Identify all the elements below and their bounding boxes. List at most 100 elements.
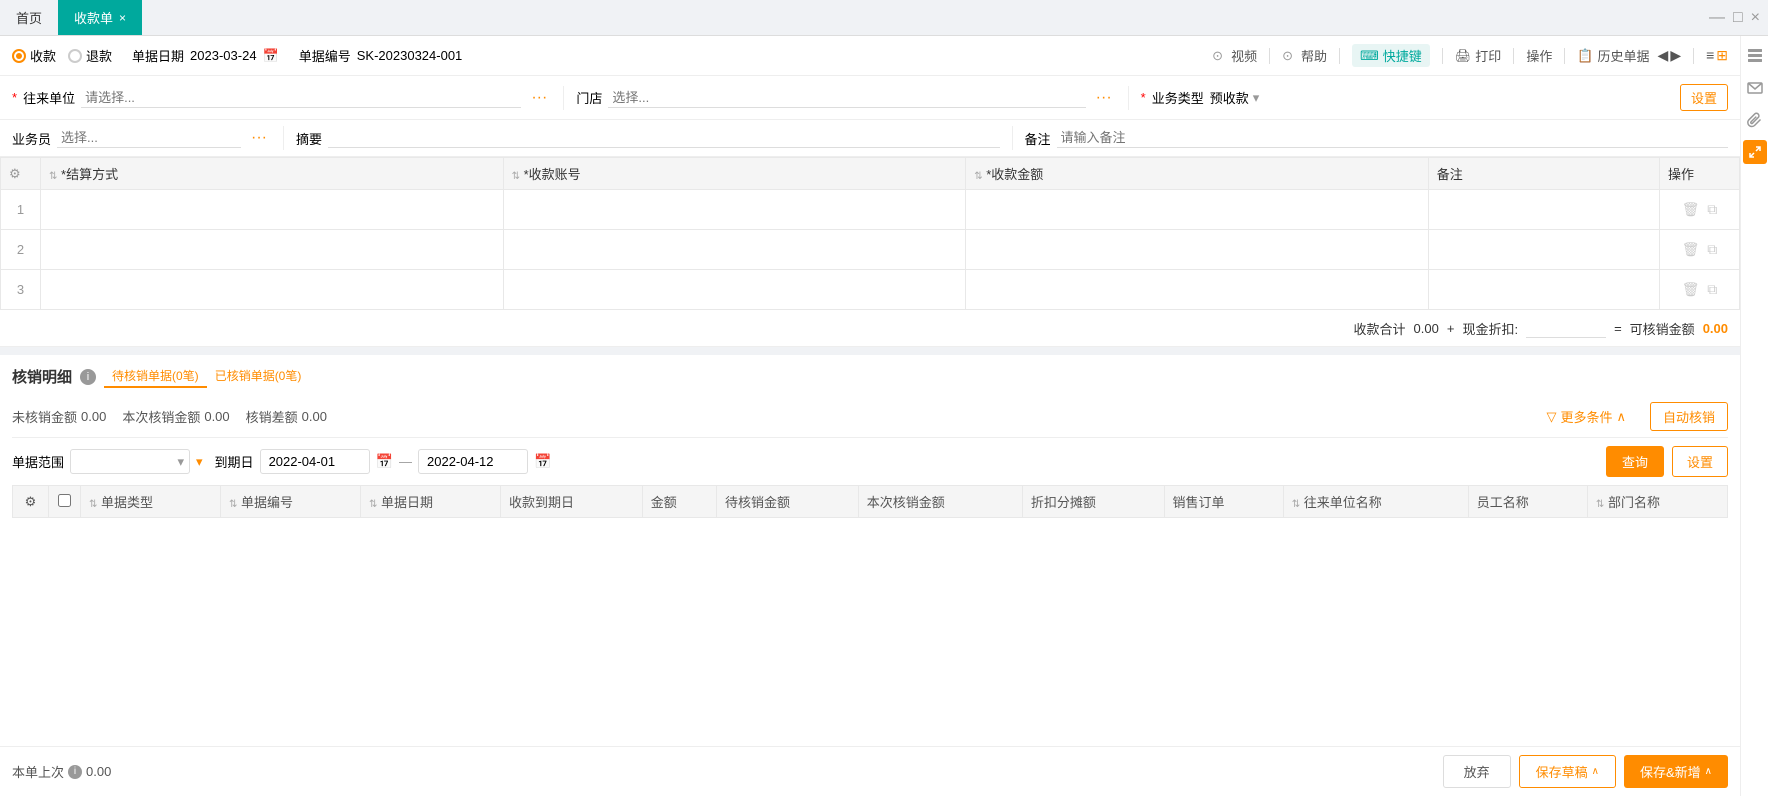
list-view-btn[interactable]: ≡ <box>1706 47 1714 64</box>
sidebar-attachment-icon[interactable] <box>1743 108 1767 132</box>
delete-btn-2[interactable]: 🗑 <box>1680 239 1702 260</box>
fields-row-1: * 往来单位 ··· 门店 ··· * 业务类型 预收款 ▾ 设置 <box>0 76 1740 120</box>
store-more[interactable]: ··· <box>1092 89 1116 107</box>
sort-icon3: ⇅ <box>974 171 982 182</box>
abandon-button[interactable]: 放弃 <box>1443 755 1511 788</box>
discount-share-label: 折扣分摊额 <box>1031 495 1096 510</box>
print-action[interactable]: 🖨 打印 <box>1455 46 1502 65</box>
notes-cell-1[interactable] <box>1428 190 1659 230</box>
calendar-icon[interactable]: 📅 <box>263 48 279 64</box>
sidebar-expand-icon[interactable] <box>1743 140 1767 164</box>
amount-cell-2[interactable] <box>966 230 1429 270</box>
notes-cell-2[interactable] <box>1428 230 1659 270</box>
copy-btn-2[interactable]: ⧉ <box>1705 239 1719 260</box>
video-action[interactable]: 视频 <box>1231 46 1257 65</box>
abstract-input[interactable] <box>328 128 999 148</box>
field-divider-2 <box>1128 86 1129 110</box>
counterparty-input[interactable] <box>81 88 521 108</box>
verify-settings-header[interactable]: ⚙ <box>13 486 49 518</box>
auto-verify-button[interactable]: 自动核销 <box>1650 402 1728 431</box>
settlement-cell-2[interactable] <box>41 230 504 270</box>
tab-home[interactable]: 首页 <box>0 0 58 35</box>
number-value[interactable]: SK-20230324-001 <box>357 48 463 63</box>
gear-icon[interactable]: ⚙ <box>9 166 21 181</box>
previous-label: 本单上次 <box>12 762 64 781</box>
grid-view-btn[interactable]: ⊞ <box>1716 47 1728 64</box>
copy-btn-3[interactable]: ⧉ <box>1705 279 1719 300</box>
diff-value: 0.00 <box>302 409 327 424</box>
account-cell-1[interactable] <box>503 190 966 230</box>
help-icon: ⊙ <box>1282 48 1293 64</box>
discount-input[interactable] <box>1526 318 1606 338</box>
help-action[interactable]: 帮助 <box>1301 46 1327 65</box>
history-action[interactable]: 📋 历史单据 <box>1577 46 1649 65</box>
account-cell-2[interactable] <box>503 230 966 270</box>
tab-verified[interactable]: 已核销单据(0笔) <box>207 365 310 388</box>
gear-icon2[interactable]: ⚙ <box>25 494 37 509</box>
salesperson-group: 业务员 ··· <box>12 128 271 148</box>
table-settings-header[interactable]: ⚙ <box>1 158 41 190</box>
unchecked-value: 0.00 <box>81 409 106 424</box>
operations-action[interactable]: 操作 <box>1526 46 1552 65</box>
payment-table: ⚙ ⇅ *结算方式 ⇅ *收款账号 ⇅ *收款金额 备注 <box>0 157 1740 310</box>
next-arrow[interactable]: ▶ <box>1670 47 1681 64</box>
query-button[interactable]: 查询 <box>1606 446 1664 477</box>
row-num-3: 3 <box>1 270 41 310</box>
settlement-cell-3[interactable] <box>41 270 504 310</box>
date-value[interactable]: 2023-03-24 <box>190 48 257 63</box>
notes-cell-3[interactable] <box>1428 270 1659 310</box>
salesperson-more[interactable]: ··· <box>247 129 271 147</box>
calendar-to-icon[interactable]: 📅 <box>534 453 551 470</box>
business-type-group: * 业务类型 预收款 ▾ <box>1141 88 1680 107</box>
store-input[interactable] <box>608 88 1085 108</box>
save-draft-button[interactable]: 保存草稿 ∧ <box>1519 755 1616 788</box>
notes-input[interactable] <box>1057 128 1728 148</box>
save-new-arrow: ∧ <box>1705 766 1712 777</box>
range-arrow[interactable]: ▾ <box>196 454 203 470</box>
account-cell-3[interactable] <box>503 270 966 310</box>
current-check-value: 0.00 <box>204 409 229 424</box>
counterparty-more[interactable]: ··· <box>527 89 551 107</box>
required-star2: * <box>1141 90 1146 105</box>
date-from-input[interactable] <box>260 449 370 474</box>
select-all-checkbox[interactable] <box>58 494 71 507</box>
more-conditions[interactable]: ▽ 更多条件 ∧ <box>1546 407 1626 426</box>
doc-date-header: ⇅ 单据日期 <box>361 486 501 518</box>
range-select[interactable] <box>70 449 190 474</box>
sidebar-email-icon[interactable] <box>1743 76 1767 100</box>
previous-value: 0.00 <box>86 764 111 779</box>
calendar-from-icon[interactable]: 📅 <box>376 453 393 470</box>
sort-icon-type: ⇅ <box>89 499 97 510</box>
maximize-button[interactable]: □ <box>1733 9 1743 27</box>
copy-btn-1[interactable]: ⧉ <box>1705 199 1719 220</box>
close-button[interactable]: × <box>1751 9 1760 27</box>
prev-arrow[interactable]: ◀ <box>1658 47 1669 64</box>
verify-checkbox-header[interactable] <box>49 486 81 518</box>
settings-button[interactable]: 设置 <box>1680 84 1728 111</box>
date-to-input[interactable] <box>418 449 528 474</box>
info-icon[interactable]: i <box>80 369 96 385</box>
fields-row-2: 业务员 ··· 摘要 备注 <box>0 120 1740 157</box>
shortcuts-action[interactable]: ⌨ 快捷键 <box>1352 44 1430 67</box>
save-new-button[interactable]: 保存&新增 ∧ <box>1624 755 1728 788</box>
info-icon2[interactable]: i <box>68 765 82 779</box>
ops-cell-2: 🗑 ⧉ <box>1660 230 1740 270</box>
doc-number-label: 单据编号 <box>241 495 293 510</box>
radio-refund[interactable]: 退款 <box>68 46 112 65</box>
tab-close-button[interactable]: × <box>119 11 126 25</box>
amount-cell-3[interactable] <box>966 270 1429 310</box>
minimize-button[interactable]: — <box>1709 9 1725 27</box>
salesperson-input[interactable] <box>57 128 241 148</box>
delete-btn-3[interactable]: 🗑 <box>1680 279 1702 300</box>
plus-sign: + <box>1447 321 1455 336</box>
settlement-cell-1[interactable] <box>41 190 504 230</box>
tab-current[interactable]: 收款单 × <box>58 0 142 35</box>
radio-receive[interactable]: 收款 <box>12 46 56 65</box>
business-type-display[interactable]: 预收款 ▾ <box>1210 88 1260 107</box>
amount-header2: 金额 <box>642 486 716 518</box>
delete-btn-1[interactable]: 🗑 <box>1680 199 1702 220</box>
filter-settings-button[interactable]: 设置 <box>1672 446 1728 477</box>
tab-pending[interactable]: 待核销单据(0笔) <box>104 365 207 388</box>
sidebar-table-icon[interactable] <box>1743 44 1767 68</box>
amount-cell-1[interactable] <box>966 190 1429 230</box>
